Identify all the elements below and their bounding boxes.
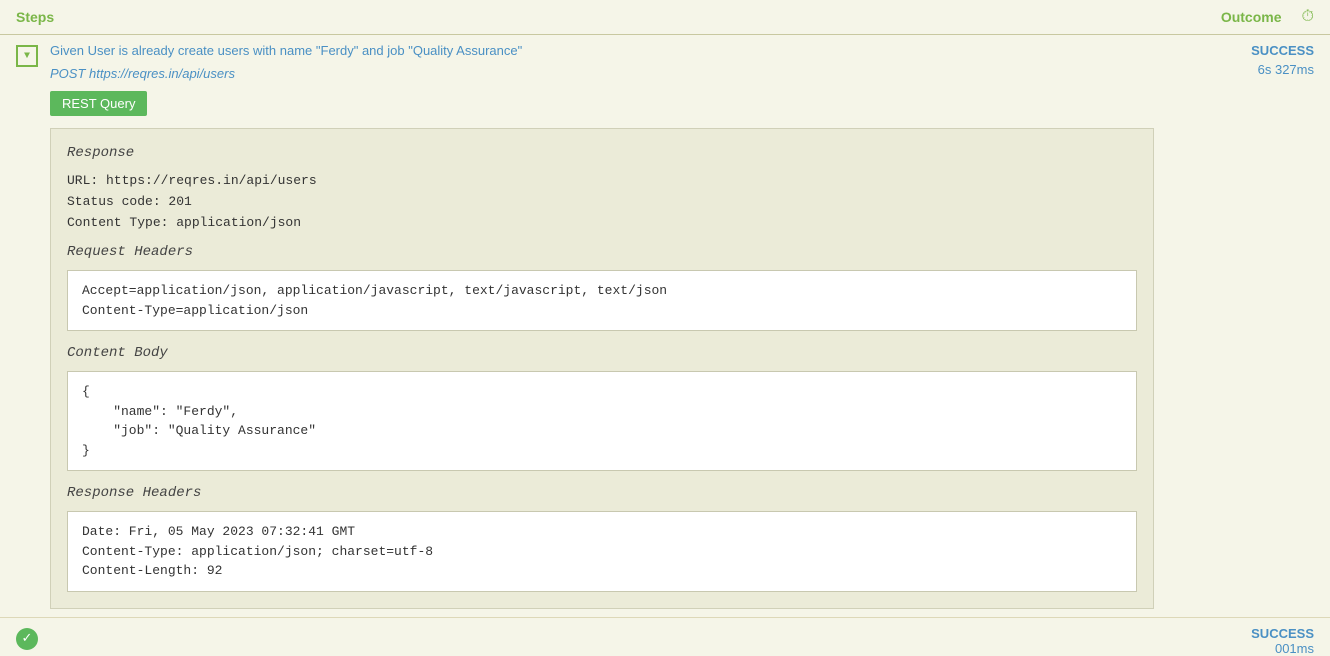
content-body-title: Content Body [67, 345, 1137, 361]
steps-column-header: Steps [16, 9, 54, 25]
step-title: Given User is already create users with … [50, 43, 1154, 58]
main-layout: Steps Outcome ⏱ ▼ Given User is already … [0, 0, 1330, 656]
clock-icon: ⏱ [1302, 8, 1314, 26]
bottom-check-icon: ✓ [16, 628, 38, 650]
rest-query-button[interactable]: REST Query [50, 91, 147, 116]
bottom-time: 001ms [1275, 641, 1314, 656]
header-right: Outcome ⏱ [1221, 8, 1314, 26]
bottom-step-row: ✓ SUCCESS 001ms [0, 618, 1330, 656]
step-content: Given User is already create users with … [50, 43, 1154, 609]
step-toggle-button[interactable]: ▼ [16, 45, 38, 67]
table-header: Steps Outcome ⏱ [0, 0, 1330, 35]
request-headers-box: Accept=application/json, application/jav… [67, 270, 1137, 331]
step-outcome-badge: SUCCESS [1251, 43, 1314, 58]
bottom-outcome-badge: SUCCESS [1251, 626, 1314, 641]
response-url-line: URL: https://reqres.in/api/users [67, 173, 1137, 188]
step-url: POST https://reqres.in/api/users [50, 66, 1154, 81]
response-status-line: Status code: 201 [67, 194, 1137, 209]
response-section-title: Response [67, 145, 1137, 161]
step-outcome-area: SUCCESS 6s 327ms [1154, 43, 1314, 77]
content-body-box: { "name": "Ferdy", "job": "Quality Assur… [67, 371, 1137, 471]
response-headers-box: Date: Fri, 05 May 2023 07:32:41 GMT Cont… [67, 511, 1137, 592]
step-row: ▼ Given User is already create users wit… [0, 35, 1330, 618]
bottom-outcome-area: SUCCESS 001ms [1154, 626, 1314, 656]
outcome-column-header: Outcome [1221, 9, 1282, 25]
step-time: 6s 327ms [1258, 62, 1314, 77]
response-headers-title: Response Headers [67, 485, 1137, 501]
request-headers-title: Request Headers [67, 244, 1137, 260]
response-content-type-line: Content Type: application/json [67, 215, 1137, 230]
response-panel: Response URL: https://reqres.in/api/user… [50, 128, 1154, 609]
